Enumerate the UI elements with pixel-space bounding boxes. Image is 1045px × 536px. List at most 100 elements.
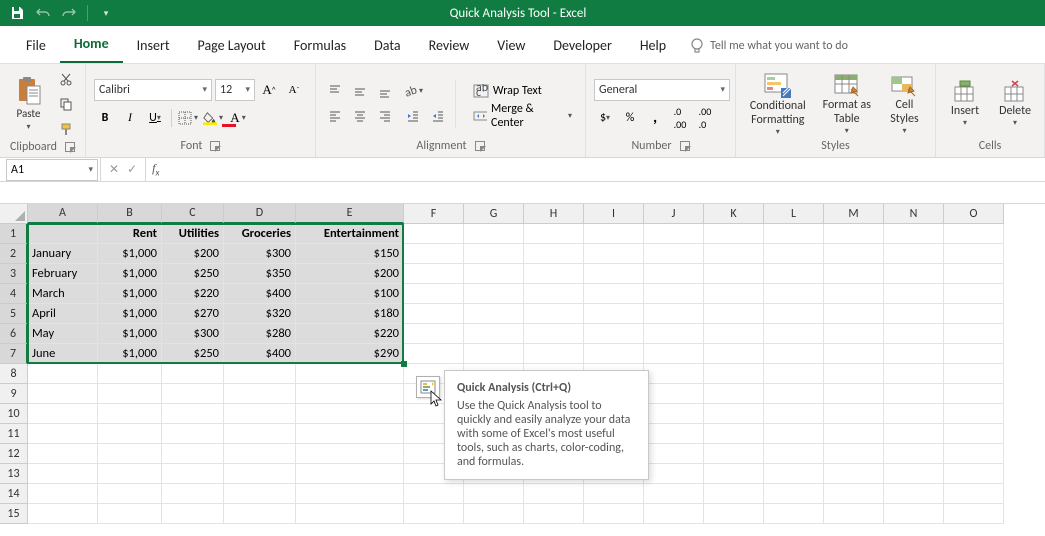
cell[interactable] <box>884 504 944 524</box>
column-header[interactable]: B <box>98 204 162 224</box>
cell[interactable] <box>644 464 704 484</box>
cell[interactable] <box>824 484 884 504</box>
cell[interactable] <box>764 304 824 324</box>
cell[interactable]: Utilities <box>162 224 224 244</box>
formula-input[interactable] <box>165 158 1045 181</box>
row-header[interactable]: 2 <box>0 244 28 264</box>
align-right-button[interactable] <box>374 105 396 127</box>
cell[interactable] <box>704 324 764 344</box>
cell[interactable] <box>584 284 644 304</box>
cell[interactable] <box>764 244 824 264</box>
row-header[interactable]: 4 <box>0 284 28 304</box>
clipboard-dialog-launcher[interactable] <box>65 142 75 152</box>
cell[interactable]: $300 <box>162 324 224 344</box>
cell[interactable] <box>644 424 704 444</box>
column-header[interactable]: L <box>764 204 824 224</box>
cell[interactable] <box>404 224 464 244</box>
cell[interactable] <box>584 264 644 284</box>
decrease-font-button[interactable]: Aˇ <box>283 79 305 101</box>
cell[interactable] <box>98 504 162 524</box>
row-header[interactable]: 11 <box>0 424 28 444</box>
cell[interactable] <box>296 384 404 404</box>
cell[interactable] <box>584 324 644 344</box>
cell[interactable] <box>824 264 884 284</box>
cell[interactable] <box>28 424 98 444</box>
tab-developer[interactable]: Developer <box>539 29 625 63</box>
comma-format-button[interactable]: , <box>644 107 666 129</box>
column-header[interactable]: A <box>28 204 98 224</box>
italic-button[interactable]: I <box>119 107 141 129</box>
orientation-button[interactable]: ab▾ <box>402 80 424 102</box>
cell[interactable] <box>944 484 1004 504</box>
cell[interactable] <box>644 244 704 264</box>
cell[interactable] <box>98 484 162 504</box>
cell[interactable] <box>644 284 704 304</box>
tab-formulas[interactable]: Formulas <box>280 29 360 63</box>
cell[interactable]: Groceries <box>224 224 296 244</box>
copy-button[interactable] <box>55 93 77 115</box>
cell[interactable]: January <box>28 244 98 264</box>
enter-formula-icon[interactable]: ✓ <box>127 162 137 177</box>
increase-font-button[interactable]: A^ <box>258 79 280 101</box>
cell[interactable] <box>704 244 764 264</box>
cell[interactable] <box>162 464 224 484</box>
cell[interactable]: $180 <box>296 304 404 324</box>
cell[interactable] <box>524 284 584 304</box>
row-header[interactable]: 3 <box>0 264 28 284</box>
cell[interactable] <box>764 464 824 484</box>
cell[interactable] <box>824 504 884 524</box>
cell[interactable] <box>404 304 464 324</box>
cell[interactable] <box>704 224 764 244</box>
cell[interactable] <box>584 244 644 264</box>
tab-view[interactable]: View <box>483 29 539 63</box>
cell[interactable]: $100 <box>296 284 404 304</box>
cell[interactable]: $220 <box>296 324 404 344</box>
fx-icon[interactable]: fx <box>146 161 165 178</box>
percent-format-button[interactable]: % <box>619 107 641 129</box>
cell[interactable] <box>464 324 524 344</box>
cell[interactable] <box>644 384 704 404</box>
cell-styles-button[interactable]: Cell Styles ▾ <box>882 71 927 136</box>
worksheet-grid[interactable]: ABCDEFGHIJKLMNO1RentUtilitiesGroceriesEn… <box>0 204 1045 524</box>
cell[interactable] <box>464 284 524 304</box>
cell[interactable] <box>824 424 884 444</box>
cell[interactable] <box>98 404 162 424</box>
cell[interactable]: $250 <box>162 264 224 284</box>
cell[interactable] <box>764 444 824 464</box>
column-header[interactable]: C <box>162 204 224 224</box>
cell[interactable] <box>28 484 98 504</box>
fill-color-button[interactable]: ▾ <box>202 107 224 129</box>
cell[interactable] <box>404 284 464 304</box>
cell[interactable] <box>824 284 884 304</box>
column-header[interactable]: J <box>644 204 704 224</box>
column-header[interactable]: F <box>404 204 464 224</box>
cell[interactable] <box>524 504 584 524</box>
save-icon[interactable] <box>6 2 28 24</box>
cell[interactable] <box>764 484 824 504</box>
cell[interactable] <box>404 244 464 264</box>
cell[interactable] <box>584 344 644 364</box>
cell[interactable] <box>464 224 524 244</box>
cell[interactable] <box>28 464 98 484</box>
row-header[interactable]: 9 <box>0 384 28 404</box>
cell[interactable] <box>944 344 1004 364</box>
decrease-decimal-button[interactable]: .00.0 <box>694 107 716 129</box>
format-painter-button[interactable] <box>55 118 77 140</box>
cell[interactable]: $1,000 <box>98 304 162 324</box>
underline-button[interactable]: U ▾ <box>144 107 166 129</box>
column-header[interactable]: D <box>224 204 296 224</box>
cell[interactable]: $400 <box>224 284 296 304</box>
cell[interactable] <box>884 364 944 384</box>
cell[interactable] <box>944 284 1004 304</box>
cell[interactable] <box>944 304 1004 324</box>
cell[interactable] <box>224 364 296 384</box>
increase-decimal-button[interactable]: .0.00 <box>669 107 691 129</box>
cell[interactable]: $1,000 <box>98 284 162 304</box>
cell[interactable] <box>764 224 824 244</box>
cell[interactable] <box>704 344 764 364</box>
cell[interactable] <box>524 224 584 244</box>
cell[interactable]: $1,000 <box>98 344 162 364</box>
cell[interactable] <box>644 444 704 464</box>
bold-button[interactable]: B <box>94 107 116 129</box>
accounting-format-button[interactable]: $ ▾ <box>594 107 616 129</box>
